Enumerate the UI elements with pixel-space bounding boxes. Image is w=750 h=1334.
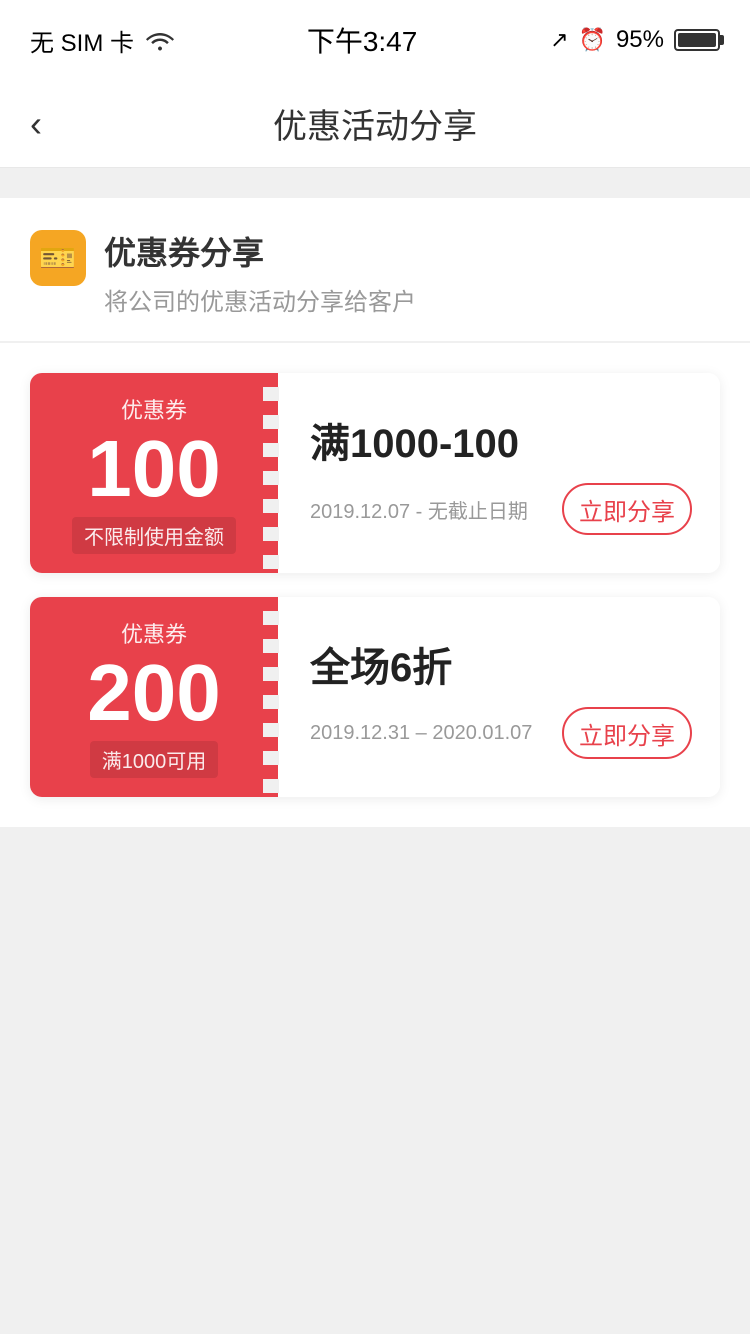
coupon-amount-2: 200 — [87, 653, 220, 733]
nav-title: 优惠活动分享 — [273, 99, 477, 148]
coupon-condition-1: 不限制使用金额 — [72, 517, 236, 554]
status-left: 无 SIM 卡 — [30, 23, 174, 58]
share-button-1[interactable]: 立即分享 — [562, 483, 692, 535]
share-button-2[interactable]: 立即分享 — [562, 707, 692, 759]
wifi-icon — [146, 29, 174, 51]
section-icon: 🎫 — [30, 230, 86, 286]
coupon-date-2: 2019.12.31 – 2020.01.07 — [310, 722, 532, 745]
coupon-card-2: 优惠券 200 满1000可用 全场6折 2019.12.31 – 2020.0… — [30, 597, 720, 797]
status-right: ↗ ⏰ 95% — [550, 26, 720, 54]
coupon-list: 优惠券 100 不限制使用金额 满1000-100 2019.12.07 - 无… — [0, 343, 750, 827]
section-text: 优惠券分享 将公司的优惠活动分享给客户 — [104, 228, 416, 317]
coupon-card-1: 优惠券 100 不限制使用金额 满1000-100 2019.12.07 - 无… — [30, 373, 720, 573]
coupon-icon: 🎫 — [39, 241, 76, 276]
status-bar: 无 SIM 卡 下午3:47 ↗ ⏰ 95% — [0, 0, 750, 80]
coupon-amount-1: 100 — [87, 429, 220, 509]
carrier-text: 无 SIM 卡 — [30, 23, 134, 58]
back-button[interactable]: ‹ — [30, 103, 42, 145]
nav-bar: ‹ 优惠活动分享 — [0, 80, 750, 168]
coupon-right-1: 满1000-100 2019.12.07 - 无截止日期 立即分享 — [278, 373, 720, 573]
alarm-icon: ⏰ — [579, 27, 606, 53]
coupon-right-2: 全场6折 2019.12.31 – 2020.01.07 立即分享 — [278, 597, 720, 797]
battery-percent: 95% — [616, 26, 664, 54]
battery-icon — [674, 29, 720, 51]
section-header: 🎫 优惠券分享 将公司的优惠活动分享给客户 — [0, 198, 750, 341]
status-time: 下午3:47 — [307, 20, 418, 60]
coupon-bottom-2: 2019.12.31 – 2020.01.07 立即分享 — [310, 707, 692, 759]
coupon-date-1: 2019.12.07 - 无截止日期 — [310, 495, 528, 524]
coupon-left-2: 优惠券 200 满1000可用 — [30, 597, 278, 797]
coupon-title-2: 全场6折 — [310, 635, 692, 693]
coupon-label-2: 优惠券 — [121, 617, 187, 649]
coupon-label-1: 优惠券 — [121, 393, 187, 425]
section-title: 优惠券分享 — [104, 228, 416, 274]
coupon-bottom-1: 2019.12.07 - 无截止日期 立即分享 — [310, 483, 692, 535]
location-icon: ↗ — [550, 27, 568, 53]
section-subtitle: 将公司的优惠活动分享给客户 — [104, 282, 416, 317]
content-area: 🎫 优惠券分享 将公司的优惠活动分享给客户 优惠券 100 不限制使用金额 满1… — [0, 168, 750, 857]
coupon-condition-2: 满1000可用 — [90, 741, 219, 778]
coupon-left-1: 优惠券 100 不限制使用金额 — [30, 373, 278, 573]
coupon-title-1: 满1000-100 — [310, 411, 692, 469]
